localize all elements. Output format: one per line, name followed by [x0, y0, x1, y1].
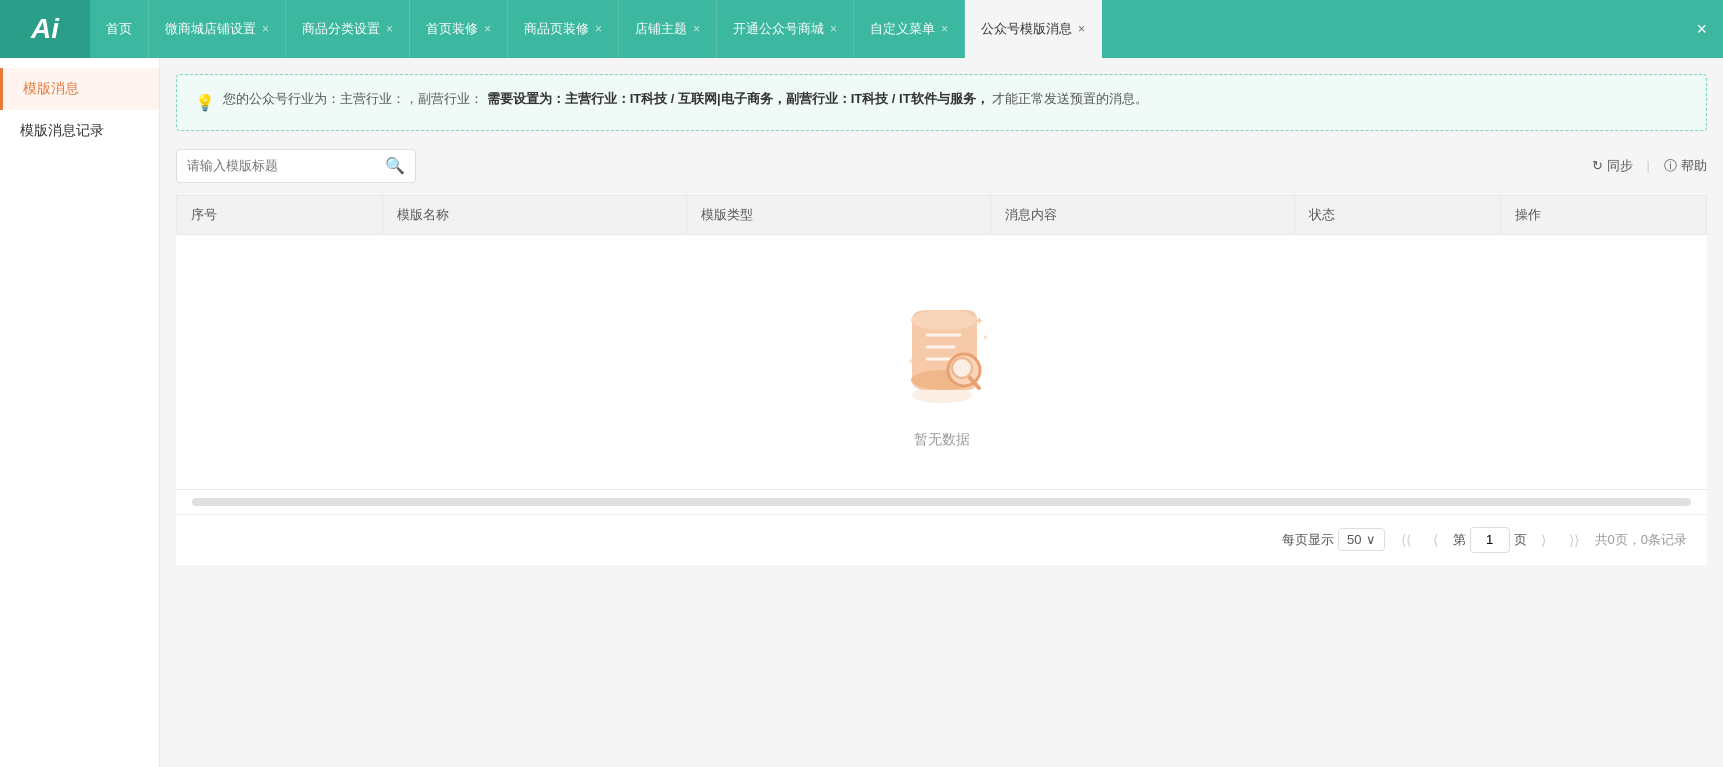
- tab-close-button[interactable]: ×: [262, 22, 269, 36]
- sync-icon: ↻: [1592, 158, 1603, 173]
- top-navigation: Ai 首页微商城店铺设置×商品分类设置×首页装修×商品页装修×店铺主题×开通公众…: [0, 0, 1723, 58]
- content-area: 💡 您的公众号行业为：主营行业：，副营行业： 需要设置为：主营行业：IT科技 /…: [160, 58, 1723, 767]
- nav-tab-微商城店铺设置[interactable]: 微商城店铺设置×: [149, 0, 286, 58]
- nav-tab-list: 首页微商城店铺设置×商品分类设置×首页装修×商品页装修×店铺主题×开通公众号商城…: [90, 0, 1680, 58]
- notice-box: 💡 您的公众号行业为：主营行业：，副营行业： 需要设置为：主营行业：IT科技 /…: [176, 74, 1707, 131]
- tab-close-button[interactable]: ×: [595, 22, 602, 36]
- nav-tab-首页[interactable]: 首页: [90, 0, 149, 58]
- nav-tab-自定义菜单[interactable]: 自定义菜单×: [854, 0, 965, 58]
- table-header-name: 模版名称: [383, 195, 687, 234]
- nav-tab-首页装修[interactable]: 首页装修×: [410, 0, 508, 58]
- scrollbar-area: [176, 489, 1707, 514]
- table-scroll-container: 序号模版名称模版类型消息内容状态操作: [176, 195, 1707, 489]
- tab-close-button[interactable]: ×: [484, 22, 491, 36]
- table-header-content: 消息内容: [990, 195, 1294, 234]
- table-header: 序号模版名称模版类型消息内容状态操作: [177, 195, 1707, 234]
- close-all-tabs-button[interactable]: ×: [1680, 0, 1723, 58]
- next-page-button[interactable]: ⟩: [1531, 527, 1557, 553]
- table-header-status: 状态: [1294, 195, 1500, 234]
- search-input[interactable]: [187, 158, 385, 173]
- empty-state: ✦ ✦ ✦ 暂无数据: [176, 235, 1707, 489]
- dropdown-arrow-icon: ∨: [1366, 532, 1376, 547]
- svg-text:✦: ✦: [982, 333, 989, 342]
- total-info: 共0页，0条记录: [1595, 531, 1687, 549]
- help-button[interactable]: ⓘ 帮助: [1664, 157, 1707, 175]
- help-icon: ⓘ: [1664, 157, 1677, 175]
- empty-icon: ✦ ✦ ✦: [882, 295, 1002, 415]
- table-header-seq: 序号: [177, 195, 383, 234]
- tab-close-button[interactable]: ×: [386, 22, 393, 36]
- empty-text: 暂无数据: [914, 431, 970, 449]
- sidebar-item-模版消息记录[interactable]: 模版消息记录: [0, 110, 159, 152]
- per-page-select: 每页显示 50 ∨: [1282, 528, 1384, 551]
- page-number-input[interactable]: [1470, 527, 1510, 553]
- table-header-row: 序号模版名称模版类型消息内容状态操作: [177, 195, 1707, 234]
- tab-close-button[interactable]: ×: [941, 22, 948, 36]
- pagination: 每页显示 50 ∨ ⟨⟨ ⟨ 第 页 ⟩ ⟩⟩ 共0页，0条记录: [176, 514, 1707, 565]
- svg-point-1: [911, 310, 977, 330]
- table-header-action: 操作: [1500, 195, 1706, 234]
- horizontal-scrollbar[interactable]: [192, 498, 1691, 506]
- notice-highlight: 需要设置为：主营行业：IT科技 / 互联网|电子商务，副营行业：IT科技 / I…: [487, 91, 989, 106]
- nav-tab-商品分类设置[interactable]: 商品分类设置×: [286, 0, 410, 58]
- notice-icon: 💡: [195, 90, 215, 116]
- prev-page-button[interactable]: ⟨: [1423, 527, 1449, 553]
- data-table: 序号模版名称模版类型消息内容状态操作: [176, 195, 1707, 235]
- tab-close-button[interactable]: ×: [830, 22, 837, 36]
- notice-text: 您的公众号行业为：主营行业：，副营行业： 需要设置为：主营行业：IT科技 / 互…: [223, 89, 1148, 110]
- page-label-after: 页: [1514, 531, 1527, 549]
- nav-tab-公众号模版消息[interactable]: 公众号模版消息×: [965, 0, 1102, 58]
- page-label-before: 第: [1453, 531, 1466, 549]
- svg-point-7: [952, 358, 972, 378]
- svg-text:✦: ✦: [907, 356, 915, 367]
- svg-text:✦: ✦: [974, 314, 984, 328]
- per-page-value: 50: [1347, 532, 1361, 547]
- last-page-button[interactable]: ⟩⟩: [1561, 527, 1587, 553]
- search-bar: 🔍 ↻ 同步 | ⓘ 帮助: [176, 149, 1707, 183]
- nav-tab-商品页装修[interactable]: 商品页装修×: [508, 0, 619, 58]
- nav-tab-开通公众号商城[interactable]: 开通公众号商城×: [717, 0, 854, 58]
- toolbar-right: ↻ 同步 | ⓘ 帮助: [1592, 157, 1707, 175]
- table-header-type: 模版类型: [687, 195, 991, 234]
- page-navigation: ⟨⟨ ⟨ 第 页 ⟩ ⟩⟩: [1393, 527, 1587, 553]
- main-layout: 模版消息模版消息记录 💡 您的公众号行业为：主营行业：，副营行业： 需要设置为：…: [0, 58, 1723, 767]
- sync-button[interactable]: ↻ 同步: [1592, 157, 1633, 175]
- per-page-dropdown[interactable]: 50 ∨: [1338, 528, 1384, 551]
- per-page-label: 每页显示: [1282, 531, 1334, 549]
- sidebar: 模版消息模版消息记录: [0, 58, 160, 767]
- first-page-button[interactable]: ⟨⟨: [1393, 527, 1419, 553]
- app-logo: Ai: [0, 0, 90, 58]
- sidebar-item-模版消息[interactable]: 模版消息: [0, 68, 159, 110]
- nav-tab-店铺主题[interactable]: 店铺主题×: [619, 0, 717, 58]
- tab-close-button[interactable]: ×: [693, 22, 700, 36]
- divider: |: [1647, 158, 1650, 173]
- tab-close-button[interactable]: ×: [1078, 22, 1085, 36]
- search-input-wrap[interactable]: 🔍: [176, 149, 416, 183]
- search-icon[interactable]: 🔍: [385, 156, 405, 175]
